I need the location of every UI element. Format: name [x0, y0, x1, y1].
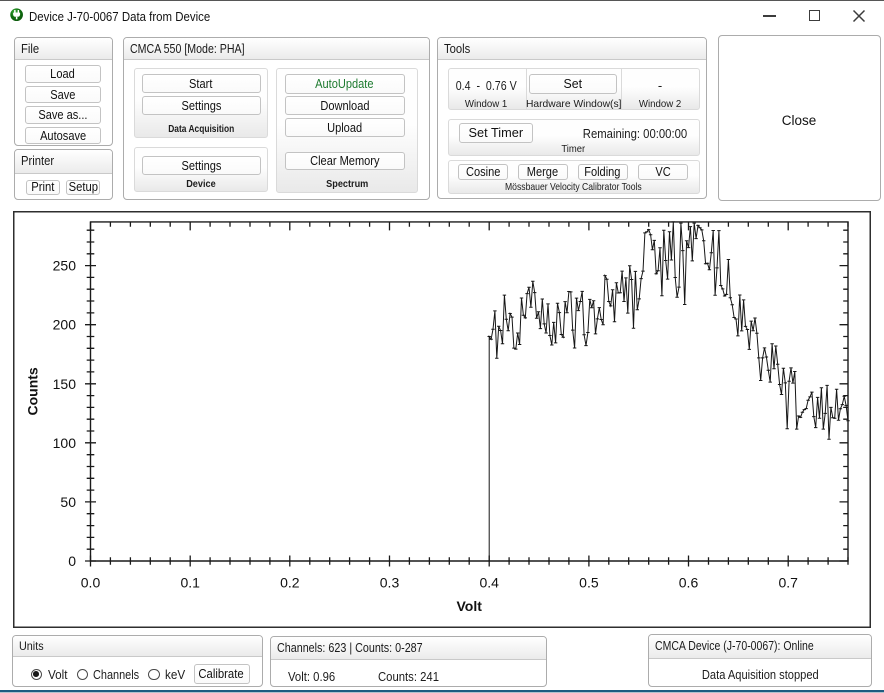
svg-text:0.0: 0.0 — [81, 575, 101, 591]
svg-text:100: 100 — [53, 435, 77, 451]
svg-text:Counts: Counts — [25, 367, 41, 415]
svg-text:150: 150 — [53, 376, 77, 392]
svg-text:0.1: 0.1 — [180, 575, 200, 591]
svg-text:0.5: 0.5 — [579, 575, 599, 591]
svg-text:200: 200 — [53, 317, 77, 333]
svg-text:0.3: 0.3 — [380, 575, 400, 591]
svg-text:0.7: 0.7 — [778, 575, 798, 591]
svg-text:0.6: 0.6 — [679, 575, 699, 591]
svg-text:0.4: 0.4 — [479, 575, 499, 591]
svg-text:250: 250 — [53, 258, 77, 274]
svg-text:50: 50 — [60, 494, 76, 510]
svg-text:Volt: Volt — [456, 598, 482, 614]
svg-text:0.2: 0.2 — [280, 575, 300, 591]
svg-text:0: 0 — [68, 553, 76, 569]
